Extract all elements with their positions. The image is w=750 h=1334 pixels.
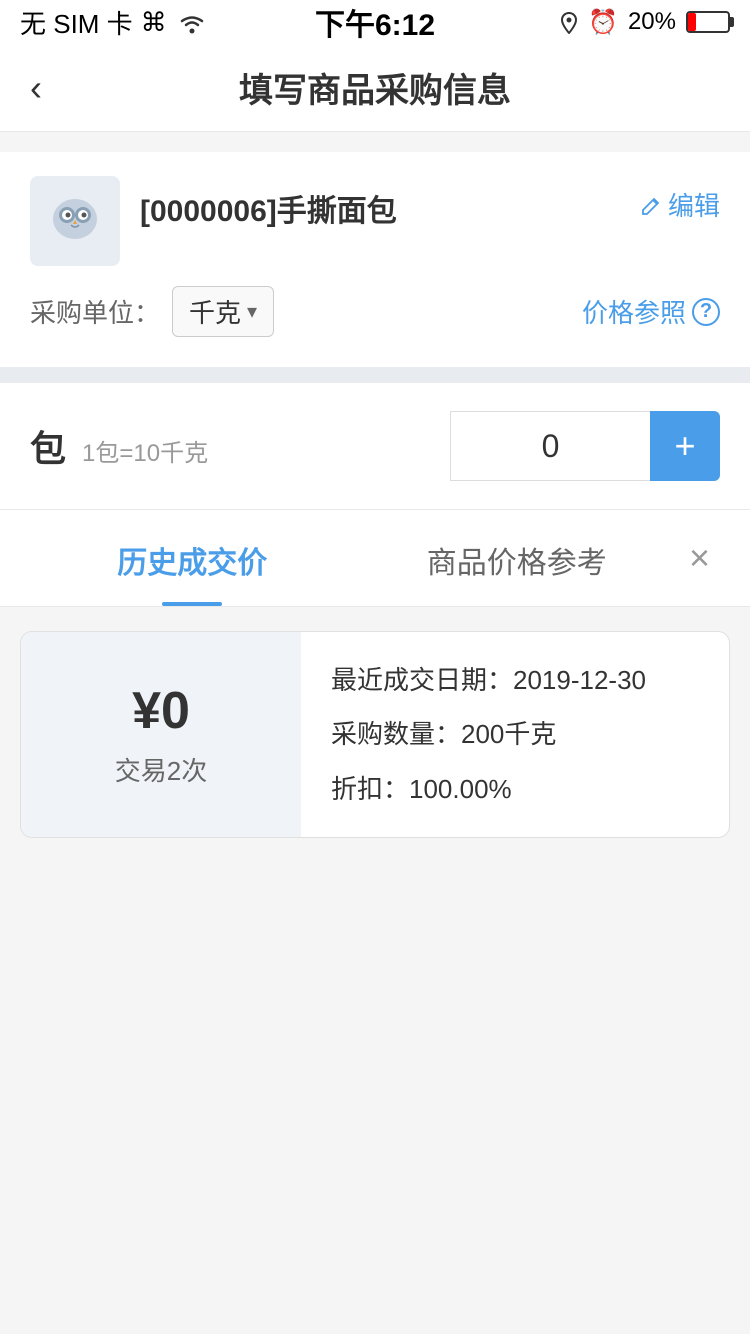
battery-text: 20% [628, 8, 676, 36]
wifi-icon: ⌘ [141, 7, 206, 38]
history-price-card: ¥0 交易2次 最近成交日期：2019-12-30 采购数量：200千克 折扣：… [20, 631, 730, 838]
history-trade-count: 交易2次 [115, 751, 207, 788]
unit-select-dropdown[interactable]: 千克 ▾ [172, 286, 274, 337]
status-bar-left: 无 SIM 卡 ⌘ [20, 4, 206, 41]
dropdown-arrow-icon: ▾ [247, 299, 257, 324]
history-price-value: ¥0 [132, 681, 190, 741]
product-card: [0000006]手撕面包 编辑 采购单位： 千克 ▾ 价格参照 ? [0, 152, 750, 367]
latest-date-label: 最近成交日期： [331, 665, 513, 695]
edit-button[interactable]: 编辑 [640, 176, 720, 223]
back-button[interactable]: ‹ [30, 57, 52, 119]
tab-close-button[interactable]: × [679, 527, 720, 589]
battery-icon [686, 11, 730, 33]
history-latest-date-row: 最近成交日期：2019-12-30 [331, 662, 699, 698]
tabs-container: 历史成交价 商品价格参考 × [0, 510, 750, 607]
carrier-text: 无 SIM 卡 [20, 4, 133, 41]
unit-label: 采购单位： [30, 293, 160, 330]
status-bar-right: ⏰ 20% [560, 8, 730, 37]
purchase-qty-label: 采购数量： [331, 719, 461, 749]
purchase-qty-value: 200千克 [461, 719, 556, 749]
help-icon: ? [692, 298, 720, 326]
product-name: [0000006]手撕面包 [140, 176, 397, 230]
quantity-input[interactable]: 0 [450, 411, 650, 481]
status-bar: 无 SIM 卡 ⌘ 下午6:12 ⏰ 20% [0, 0, 750, 44]
quantity-controls: 0 + [450, 411, 720, 481]
alarm-icon: ⏰ [588, 8, 618, 37]
main-content: ¥0 交易2次 最近成交日期：2019-12-30 采购数量：200千克 折扣：… [0, 631, 750, 1331]
product-image-icon [45, 189, 105, 254]
quantity-plus-button[interactable]: + [650, 411, 720, 481]
tab-product-price-ref[interactable]: 商品价格参考 [354, 510, 678, 606]
unit-value: 千克 [189, 293, 241, 330]
history-purchase-qty-row: 采购数量：200千克 [331, 716, 699, 752]
quantity-label: 包 1包=10千克 [30, 420, 208, 472]
history-price-right: 最近成交日期：2019-12-30 采购数量：200千克 折扣：100.00% [301, 632, 729, 837]
quantity-row: 包 1包=10千克 0 + [0, 383, 750, 510]
page-title: 填写商品采购信息 [239, 63, 511, 112]
product-thumbnail [30, 176, 120, 266]
edit-label: 编辑 [668, 186, 720, 223]
unit-selector-group: 采购单位： 千克 ▾ [30, 286, 274, 337]
product-unit-row: 采购单位： 千克 ▾ 价格参照 ? [30, 286, 720, 337]
product-left: [0000006]手撕面包 [30, 176, 397, 266]
discount-value: 100.00% [409, 774, 512, 804]
time-display: 下午6:12 [315, 0, 435, 44]
price-ref-label: 价格参照 [582, 293, 686, 330]
discount-label: 折扣： [331, 774, 409, 804]
quantity-conversion: 1包=10千克 [82, 433, 208, 468]
nav-bar: ‹ 填写商品采购信息 [0, 44, 750, 132]
history-price-left: ¥0 交易2次 [21, 632, 301, 837]
latest-date-value: 2019-12-30 [513, 665, 646, 695]
section-divider [0, 367, 750, 383]
quantity-unit: 包 [30, 420, 66, 472]
location-icon [560, 8, 578, 36]
price-ref-button[interactable]: 价格参照 ? [582, 293, 720, 330]
tab-history-price[interactable]: 历史成交价 [30, 510, 354, 606]
battery-fill [688, 13, 696, 31]
history-discount-row: 折扣：100.00% [331, 771, 699, 807]
product-header: [0000006]手撕面包 编辑 [30, 176, 720, 266]
